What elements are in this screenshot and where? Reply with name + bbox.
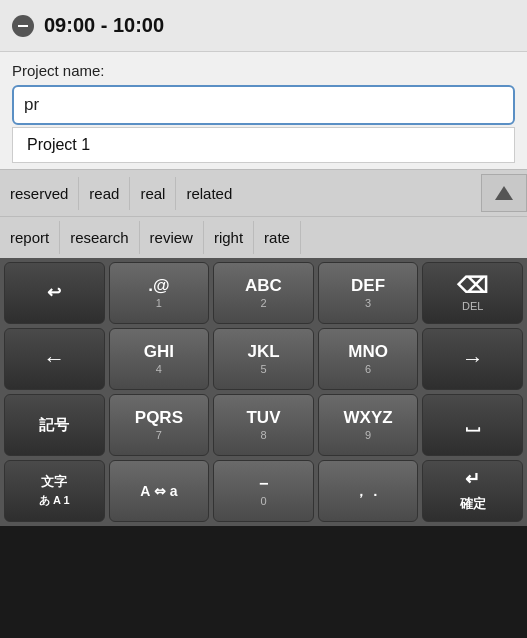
dot-at-key[interactable]: .@ 1 [109,262,210,324]
suggestion-real[interactable]: real [130,177,176,210]
suggestion-research[interactable]: research [60,221,139,254]
mno-key[interactable]: MNO 6 [318,328,419,390]
pqrs-key[interactable]: PQRS 7 [109,394,210,456]
del-key[interactable]: ⌫ DEL [422,262,523,324]
upload-arrow-icon [495,186,513,200]
tuv-key[interactable]: TUV 8 [213,394,314,456]
time-label: 09:00 - 10:00 [44,14,164,37]
abc-key[interactable]: ABC 2 [213,262,314,324]
space-key[interactable]: ⎵ [422,394,523,456]
keyboard: ↩ .@ 1 ABC 2 DEF 3 ⌫ DEL ← GHI 4 JKL 5 [0,258,527,526]
kb-row-3: 記号 PQRS 7 TUV 8 WXYZ 9 ⎵ [4,394,523,456]
top-bar: 09:00 - 10:00 [0,0,527,52]
minus-icon[interactable] [12,15,34,37]
project-name-label: Project name: [12,62,515,79]
symbol-key[interactable]: 記号 [4,394,105,456]
ghi-key[interactable]: GHI 4 [109,328,210,390]
suggestion-related[interactable]: related [176,177,242,210]
comma-period-key[interactable]: ，． [318,460,419,522]
dropdown-item-project1[interactable]: Project 1 [13,128,514,162]
suggestions-row-1: reserved read real related [0,169,527,216]
suggestion-read[interactable]: read [79,177,130,210]
suggestion-reserved[interactable]: reserved [0,177,79,210]
suggestions-row-2: report research review right rate [0,216,527,258]
right-arrow-key[interactable]: → [422,328,523,390]
suggestion-rate[interactable]: rate [254,221,301,254]
back-key[interactable]: ↩ [4,262,105,324]
confirm-key[interactable]: ↵確定 [422,460,523,522]
minus-zero-key[interactable]: － 0 [213,460,314,522]
upload-button[interactable] [481,174,527,212]
suggestion-review[interactable]: review [140,221,204,254]
jkl-key[interactable]: JKL 5 [213,328,314,390]
kb-row-4: 文字あ A 1 A ⇔ a － 0 ，． ↵確定 [4,460,523,522]
wxyz-key[interactable]: WXYZ 9 [318,394,419,456]
suggestion-right[interactable]: right [204,221,254,254]
suggestion-report[interactable]: report [0,221,60,254]
def-key[interactable]: DEF 3 [318,262,419,324]
kb-row-1: ↩ .@ 1 ABC 2 DEF 3 ⌫ DEL [4,262,523,324]
left-arrow-key[interactable]: ← [4,328,105,390]
project-search-input[interactable] [12,85,515,125]
search-input-wrapper [12,85,515,125]
dropdown-list: Project 1 [12,127,515,163]
kb-row-2: ← GHI 4 JKL 5 MNO 6 → [4,328,523,390]
main-content: Project name: Project 1 [0,52,527,169]
suggestion-words-1: reserved read real related [0,177,481,210]
case-toggle-key[interactable]: A ⇔ a [109,460,210,522]
char-switch-key[interactable]: 文字あ A 1 [4,460,105,522]
